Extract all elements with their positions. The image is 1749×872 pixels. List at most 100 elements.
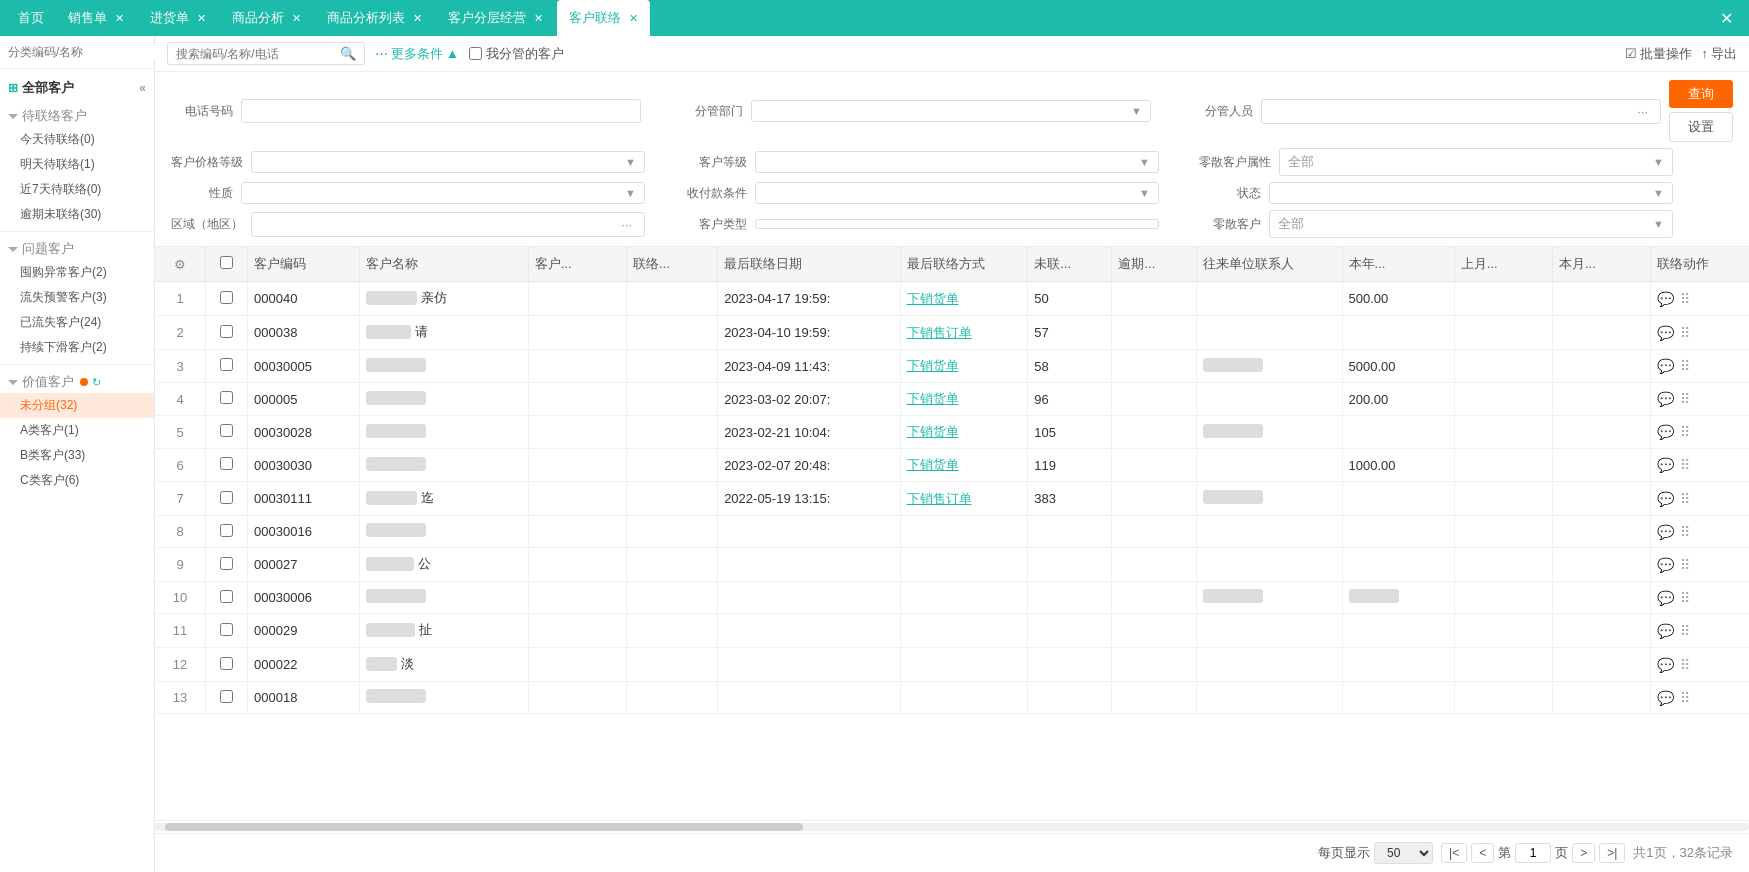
more-conditions-button[interactable]: ⋯ 更多条件 ▲	[375, 45, 459, 63]
close-tab-sales[interactable]: ✕	[115, 12, 124, 25]
last-way-link[interactable]: 下销售订单	[907, 325, 972, 340]
td-check[interactable]	[206, 350, 248, 383]
more-action-icon[interactable]: ⠿	[1680, 291, 1690, 307]
refresh-icon[interactable]: ↻	[92, 376, 101, 389]
sidebar-item-today[interactable]: 今天待联络(0)	[0, 127, 154, 152]
td-check[interactable]	[206, 648, 248, 682]
export-button[interactable]: ↑ 导出	[1702, 45, 1738, 63]
adv-select-payment[interactable]: ▼	[755, 182, 1159, 204]
td-check[interactable]	[206, 582, 248, 614]
window-close-button[interactable]: ✕	[1712, 9, 1741, 28]
adv-select-price-grade[interactable]: ▼	[251, 151, 645, 173]
phone-action-icon[interactable]: 💬	[1657, 291, 1674, 307]
search-box[interactable]: 🔍	[167, 42, 365, 65]
tab-product-list[interactable]: 商品分析列表 ✕	[315, 0, 434, 36]
td-check[interactable]	[206, 548, 248, 582]
adv-select-nature[interactable]: ▼	[241, 182, 645, 204]
row-checkbox[interactable]	[220, 657, 233, 670]
phone-action-icon[interactable]: 💬	[1657, 690, 1674, 706]
sidebar-item-class-c[interactable]: C类客户(6)	[0, 468, 154, 493]
close-tab-purchase[interactable]: ✕	[197, 12, 206, 25]
more-action-icon[interactable]: ⠿	[1680, 491, 1690, 507]
row-checkbox[interactable]	[220, 557, 233, 570]
phone-action-icon[interactable]: 💬	[1657, 391, 1674, 407]
last-way-link[interactable]: 下销售订单	[907, 491, 972, 506]
tab-sales[interactable]: 销售单 ✕	[56, 0, 136, 36]
td-check[interactable]	[206, 383, 248, 416]
sidebar-item-7days[interactable]: 近7天待联络(0)	[0, 177, 154, 202]
more-action-icon[interactable]: ⠿	[1680, 325, 1690, 341]
adv-select-person[interactable]: ···	[1261, 99, 1661, 124]
collapse-sidebar-icon[interactable]: «	[139, 81, 146, 95]
my-customers-checkbox[interactable]: 我分管的客户	[469, 45, 564, 63]
sidebar-item-declining[interactable]: 持续下滑客户(2)	[0, 335, 154, 360]
more-action-icon[interactable]: ⠿	[1680, 358, 1690, 374]
first-page-button[interactable]: |<	[1441, 843, 1467, 863]
sidebar-item-class-b[interactable]: B类客户(33)	[0, 443, 154, 468]
last-way-link[interactable]: 下销货单	[907, 358, 959, 373]
phone-action-icon[interactable]: 💬	[1657, 657, 1674, 673]
adv-select-region[interactable]: ···	[251, 212, 645, 237]
sidebar-item-abnormal[interactable]: 囤购异常客户(2)	[0, 260, 154, 285]
sidebar-all-customers[interactable]: ⊞ 全部客户 «	[0, 73, 154, 103]
page-number-input[interactable]	[1515, 843, 1551, 863]
query-button[interactable]: 查询	[1669, 80, 1733, 108]
more-action-icon[interactable]: ⠿	[1680, 424, 1690, 440]
td-check[interactable]	[206, 282, 248, 316]
phone-action-icon[interactable]: 💬	[1657, 623, 1674, 639]
phone-action-icon[interactable]: 💬	[1657, 524, 1674, 540]
tab-product-analysis[interactable]: 商品分析 ✕	[220, 0, 313, 36]
select-all-checkbox[interactable]	[220, 256, 233, 269]
td-check[interactable]	[206, 449, 248, 482]
row-checkbox[interactable]	[220, 391, 233, 404]
adv-select-customer-type[interactable]	[755, 219, 1159, 229]
ellipsis-icon2[interactable]: ···	[617, 217, 636, 232]
more-action-icon[interactable]: ⠿	[1680, 557, 1690, 573]
td-check[interactable]	[206, 614, 248, 648]
more-action-icon[interactable]: ⠿	[1680, 623, 1690, 639]
tab-customer-contact[interactable]: 客户联络 ✕	[557, 0, 650, 36]
reset-button[interactable]: 设置	[1669, 112, 1733, 142]
row-checkbox[interactable]	[220, 690, 233, 703]
row-checkbox[interactable]	[220, 623, 233, 636]
sidebar-item-class-a[interactable]: A类客户(1)	[0, 418, 154, 443]
settings-icon[interactable]: ⚙	[174, 257, 186, 272]
row-checkbox[interactable]	[220, 590, 233, 603]
last-way-link[interactable]: 下销货单	[907, 391, 959, 406]
tab-customer-stratify[interactable]: 客户分层经营 ✕	[436, 0, 555, 36]
sidebar-search-input[interactable]	[8, 45, 158, 59]
tab-purchase[interactable]: 进货单 ✕	[138, 0, 218, 36]
adv-select-dept[interactable]: ▼	[751, 100, 1151, 122]
more-action-icon[interactable]: ⠿	[1680, 391, 1690, 407]
close-tab-customer-contact[interactable]: ✕	[629, 12, 638, 25]
adv-select-customer-grade[interactable]: ▼	[755, 151, 1159, 173]
row-checkbox[interactable]	[220, 457, 233, 470]
adv-select-scatter-attr[interactable]: 全部▼	[1279, 148, 1673, 176]
td-check[interactable]	[206, 516, 248, 548]
row-checkbox[interactable]	[220, 358, 233, 371]
sidebar-item-overdue[interactable]: 逾期未联络(30)	[0, 202, 154, 227]
more-action-icon[interactable]: ⠿	[1680, 590, 1690, 606]
close-tab-customer-stratify[interactable]: ✕	[534, 12, 543, 25]
last-page-button[interactable]: >|	[1599, 843, 1625, 863]
close-tab-product-list[interactable]: ✕	[413, 12, 422, 25]
sidebar-item-churn-warning[interactable]: 流失预警客户(3)	[0, 285, 154, 310]
phone-action-icon[interactable]: 💬	[1657, 491, 1674, 507]
th-checkbox[interactable]	[206, 247, 248, 282]
my-customers-check-input[interactable]	[469, 47, 482, 60]
more-action-icon[interactable]: ⠿	[1680, 457, 1690, 473]
scrollbar-track[interactable]	[155, 823, 1749, 831]
batch-operation-button[interactable]: ☑ 批量操作	[1625, 45, 1692, 63]
more-action-icon[interactable]: ⠿	[1680, 524, 1690, 540]
sidebar-search-box[interactable]: 🔍	[0, 36, 154, 69]
horizontal-scrollbar[interactable]	[155, 820, 1749, 833]
prev-page-button[interactable]: <	[1471, 843, 1494, 863]
more-action-icon[interactable]: ⠿	[1680, 690, 1690, 706]
td-check[interactable]	[206, 316, 248, 350]
nav-home[interactable]: 首页	[8, 9, 54, 27]
main-search-input[interactable]	[176, 47, 336, 61]
row-checkbox[interactable]	[220, 491, 233, 504]
phone-action-icon[interactable]: 💬	[1657, 457, 1674, 473]
phone-action-icon[interactable]: 💬	[1657, 424, 1674, 440]
td-check[interactable]	[206, 482, 248, 516]
